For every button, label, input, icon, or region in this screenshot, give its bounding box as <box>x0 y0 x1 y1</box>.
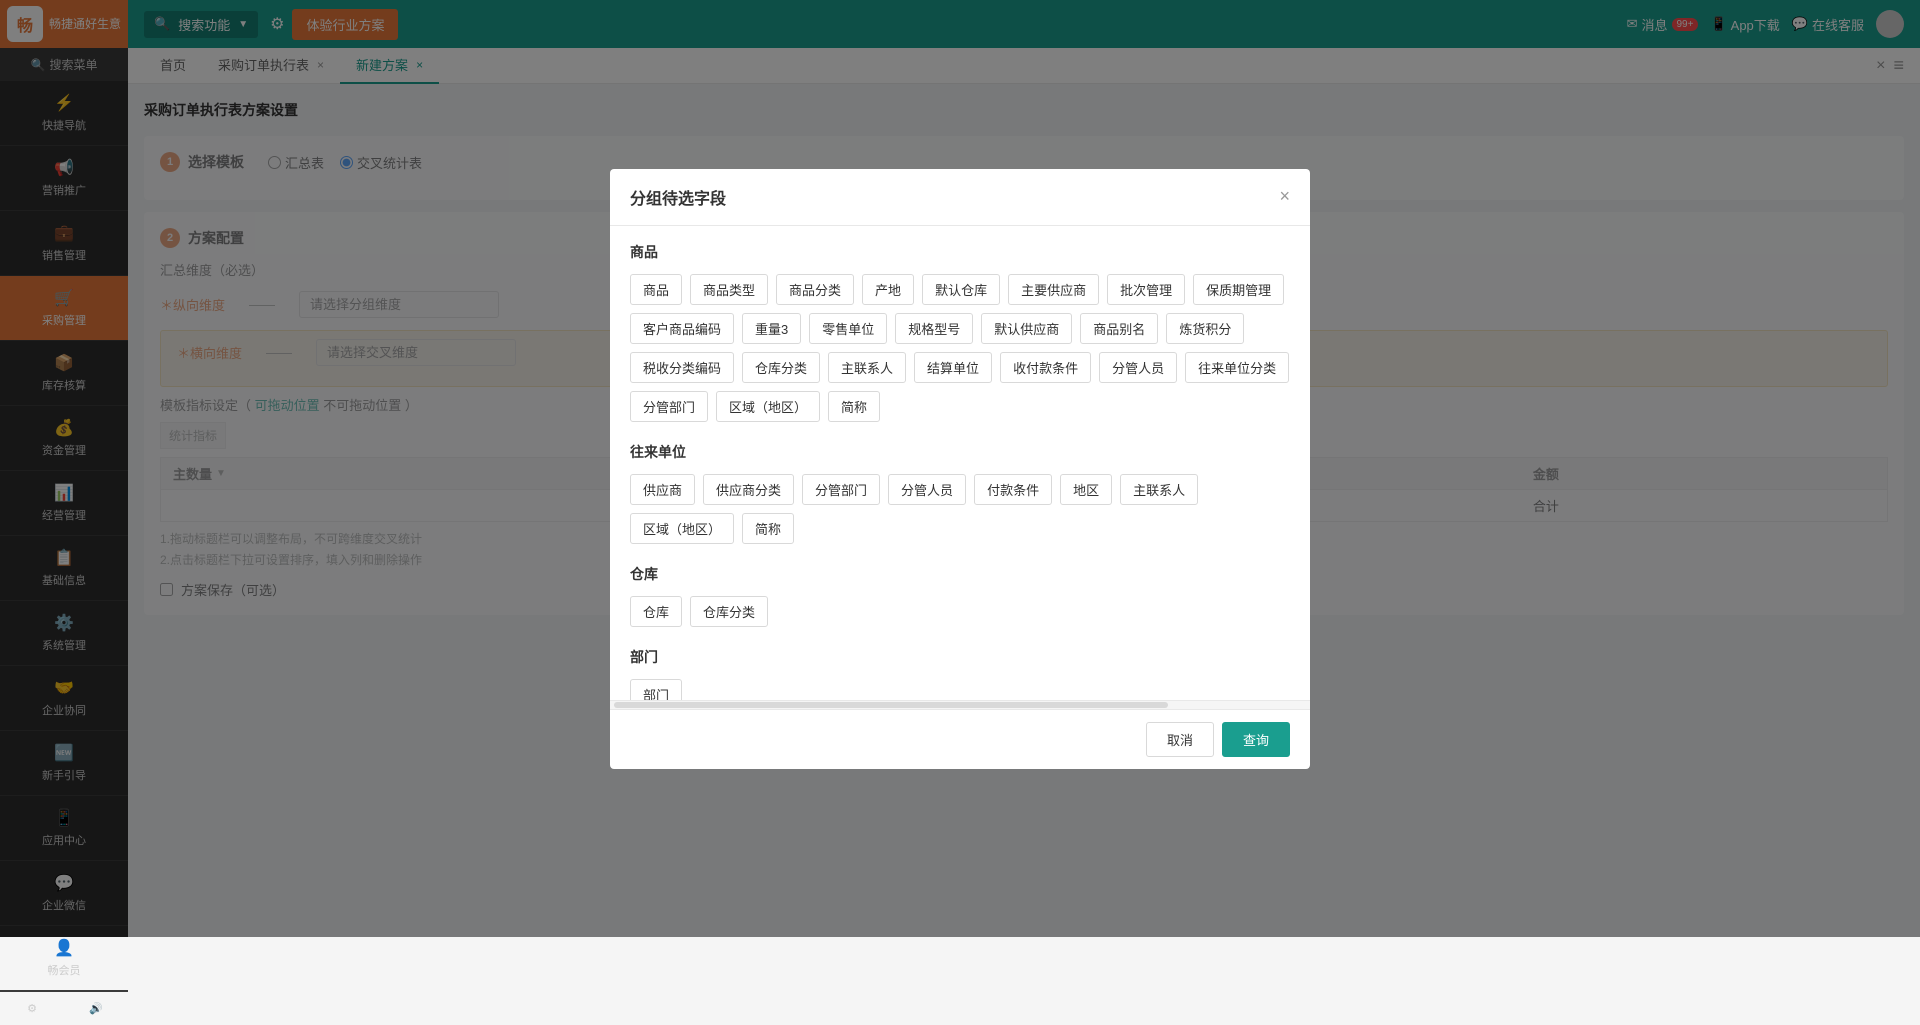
modal-header: 分组待选字段 × <box>610 169 1310 226</box>
field-item[interactable]: 收付款条件 <box>1000 352 1091 383</box>
field-item[interactable]: 炼货积分 <box>1166 313 1244 344</box>
field-items-partner: 供应商 供应商分类 分管部门 分管人员 付款条件 地区 主联系人 区域（地区） … <box>630 474 1290 544</box>
field-group-warehouse: 仓库 仓库 仓库分类 <box>630 564 1290 627</box>
field-item[interactable]: 客户商品编码 <box>630 313 734 344</box>
field-item[interactable]: 主要供应商 <box>1008 274 1099 305</box>
field-item[interactable]: 产地 <box>862 274 914 305</box>
modal-body: 商品 商品 商品类型 商品分类 产地 默认仓库 主要供应商 批次管理 保质期管理… <box>610 226 1310 701</box>
field-group-warehouse-title: 仓库 <box>630 564 1290 584</box>
sidebar-bottom: ⚙ 🔊 <box>0 991 128 1025</box>
field-item[interactable]: 往来单位分类 <box>1185 352 1289 383</box>
field-item[interactable]: 分管人员 <box>888 474 966 505</box>
field-item[interactable]: 主联系人 <box>828 352 906 383</box>
field-item[interactable]: 批次管理 <box>1107 274 1185 305</box>
field-item[interactable]: 结算单位 <box>914 352 992 383</box>
field-item[interactable]: 供应商 <box>630 474 695 505</box>
field-item[interactable]: 默认仓库 <box>922 274 1000 305</box>
sidebar-audio-button[interactable]: 🔊 <box>64 992 128 1025</box>
field-item[interactable]: 商品类型 <box>690 274 768 305</box>
field-item[interactable]: 规格型号 <box>895 313 973 344</box>
field-group-department-title: 部门 <box>630 647 1290 667</box>
field-item[interactable]: 仓库分类 <box>742 352 820 383</box>
field-group-partner-title: 往来单位 <box>630 442 1290 462</box>
field-item[interactable]: 默认供应商 <box>981 313 1072 344</box>
field-items-goods: 商品 商品类型 商品分类 产地 默认仓库 主要供应商 批次管理 保质期管理 客户… <box>630 274 1290 422</box>
field-item[interactable]: 商品分类 <box>776 274 854 305</box>
modal-scrollbar-h[interactable] <box>610 700 1310 708</box>
field-item[interactable]: 部门 <box>630 679 682 701</box>
field-item[interactable]: 保质期管理 <box>1193 274 1284 305</box>
field-item[interactable]: 商品别名 <box>1080 313 1158 344</box>
field-group-department: 部门 部门 <box>630 647 1290 701</box>
field-item[interactable]: 分管部门 <box>630 391 708 422</box>
field-item[interactable]: 主联系人 <box>1120 474 1198 505</box>
field-group-goods: 商品 商品 商品类型 商品分类 产地 默认仓库 主要供应商 批次管理 保质期管理… <box>630 242 1290 422</box>
field-item[interactable]: 税收分类编码 <box>630 352 734 383</box>
field-item[interactable]: 商品 <box>630 274 682 305</box>
field-item[interactable]: 分管人员 <box>1099 352 1177 383</box>
modal-overlay: 分组待选字段 × 商品 商品 商品类型 商品分类 产地 默认仓库 主要供应商 批… <box>0 0 1920 937</box>
field-item[interactable]: 供应商分类 <box>703 474 794 505</box>
field-item[interactable]: 分管部门 <box>802 474 880 505</box>
scrollbar-thumb-h <box>614 702 1168 708</box>
member-icon: 👤 <box>54 938 74 958</box>
field-item[interactable]: 重量3 <box>742 313 801 344</box>
modal-close-button[interactable]: × <box>1279 186 1290 207</box>
field-item[interactable]: 仓库 <box>630 596 682 627</box>
field-item[interactable]: 付款条件 <box>974 474 1052 505</box>
modal: 分组待选字段 × 商品 商品 商品类型 商品分类 产地 默认仓库 主要供应商 批… <box>610 169 1310 769</box>
field-item[interactable]: 简称 <box>828 391 880 422</box>
sidebar-settings-button[interactable]: ⚙ <box>0 992 64 1025</box>
modal-footer: 取消 查询 <box>610 709 1310 769</box>
field-items-warehouse: 仓库 仓库分类 <box>630 596 1290 627</box>
field-group-goods-title: 商品 <box>630 242 1290 262</box>
field-group-partner: 往来单位 供应商 供应商分类 分管部门 分管人员 付款条件 地区 主联系人 区域… <box>630 442 1290 544</box>
field-items-department: 部门 <box>630 679 1290 701</box>
cancel-button[interactable]: 取消 <box>1146 722 1214 757</box>
field-item[interactable]: 地区 <box>1060 474 1112 505</box>
confirm-button[interactable]: 查询 <box>1222 722 1290 757</box>
field-item[interactable]: 简称 <box>742 513 794 544</box>
field-item[interactable]: 区域（地区） <box>716 391 820 422</box>
modal-title: 分组待选字段 <box>630 185 726 209</box>
field-item[interactable]: 零售单位 <box>809 313 887 344</box>
field-item[interactable]: 仓库分类 <box>690 596 768 627</box>
field-item[interactable]: 区域（地区） <box>630 513 734 544</box>
